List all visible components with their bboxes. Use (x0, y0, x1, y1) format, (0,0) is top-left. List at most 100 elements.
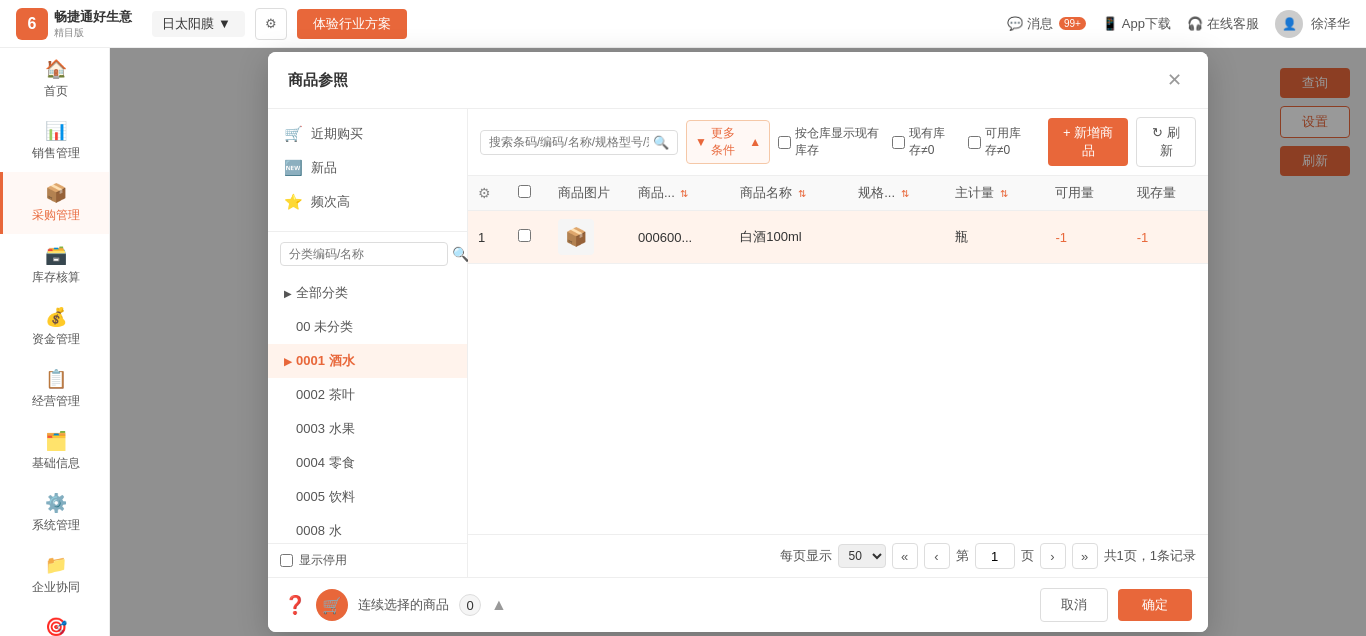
recent-purchase-tab[interactable]: 🛒 近期购买 (268, 117, 467, 151)
sidebar-item-sales[interactable]: 📊 销售管理 (0, 110, 109, 172)
show-disabled-checkbox[interactable] (280, 554, 293, 567)
col-code: 商品... ⇅ (628, 176, 730, 211)
sidebar-item-basics[interactable]: 🗂️ 基础信息 (0, 420, 109, 482)
refresh-button[interactable]: ↻ 刷新 (1136, 117, 1196, 167)
product-table-wrap: ⚙ 商品图片 商品... ⇅ (468, 176, 1208, 534)
top-nav: 6 畅捷通好生意 精目版 日太阳膜 ▼ ⚙ 体验行业方案 💬 消息 99+ 📱 … (0, 0, 1366, 48)
modal-close-button[interactable]: ✕ (1160, 66, 1188, 94)
sidebar-item-finance[interactable]: 💰 资金管理 (0, 296, 109, 358)
category-search: 🔍 (268, 236, 467, 272)
store-selector[interactable]: 日太阳膜 ▼ (152, 11, 245, 37)
product-thumbnail: 📦 (558, 219, 594, 255)
col-image: 商品图片 (548, 176, 628, 211)
user-profile[interactable]: 👤 徐泽华 (1275, 10, 1350, 38)
cell-spec (848, 211, 945, 264)
select-all-checkbox[interactable] (518, 185, 531, 198)
warehouse-checkbox[interactable] (778, 136, 791, 149)
cell-image: 📦 (548, 211, 628, 264)
logo-text: 畅捷通好生意 精目版 (54, 8, 132, 40)
cancel-button[interactable]: 取消 (1040, 588, 1108, 622)
settings-button[interactable]: ⚙ (255, 8, 287, 40)
sort-spec-icon[interactable]: ⇅ (901, 188, 909, 199)
product-table: ⚙ 商品图片 商品... ⇅ (468, 176, 1208, 264)
next-page-button[interactable]: › (1040, 543, 1066, 569)
sort-name-icon[interactable]: ⇅ (798, 188, 806, 199)
category-item-drinks[interactable]: 0005 饮料 (268, 480, 467, 514)
sidebar-item-inventory[interactable]: 🗃️ 库存核算 (0, 234, 109, 296)
first-page-button[interactable]: « (892, 543, 918, 569)
available-ne0-checkbox[interactable] (968, 136, 981, 149)
category-item-uncategorized[interactable]: 00 未分类 (268, 310, 467, 344)
sidebar-item-enterprise[interactable]: 📁 企业协同 (0, 544, 109, 606)
expand-icon: ▶ (284, 288, 292, 299)
sort-unit-icon[interactable]: ⇅ (1000, 188, 1008, 199)
collapse-footer-icon[interactable]: ▲ (491, 596, 507, 614)
logo-area: 6 畅捷通好生意 精目版 (16, 8, 132, 40)
checkbox-warehouse[interactable]: 按仓库显示现有库存 (778, 125, 880, 159)
page-number-input[interactable] (975, 543, 1015, 569)
checkbox-available-ne0[interactable]: 可用库存≠0 (968, 125, 1032, 159)
high-frequency-tab[interactable]: ⭐ 频次高 (268, 185, 467, 219)
home-icon: 🏠 (45, 58, 67, 80)
prev-page-button[interactable]: ‹ (924, 543, 950, 569)
cart-icon[interactable]: 🛒 (316, 589, 348, 621)
category-item-liquor[interactable]: ▶ 0001 酒水 (268, 344, 467, 378)
row-checkbox[interactable] (518, 229, 531, 242)
stock-ne0-checkbox[interactable] (892, 136, 905, 149)
category-search-icon[interactable]: 🔍 (452, 246, 469, 262)
col-stock: 现存量 (1127, 176, 1208, 211)
product-reference-modal: 商品参照 ✕ 🛒 近期购买 🆕 (268, 52, 1208, 632)
liquor-expand-icon: ▶ (284, 356, 292, 367)
column-settings-icon[interactable]: ⚙ (478, 185, 491, 201)
headset-icon: 🎧 (1187, 16, 1203, 31)
category-item-tea[interactable]: 0002 茶叶 (268, 378, 467, 412)
recent-icon: 🛒 (284, 125, 303, 143)
add-product-button[interactable]: + 新增商品 (1048, 118, 1128, 166)
modal-body: 🛒 近期购买 🆕 新品 ⭐ 频次高 (268, 109, 1208, 577)
inventory-icon: 🗃️ (45, 244, 67, 266)
category-item-snacks[interactable]: 0004 零食 (268, 446, 467, 480)
sort-code-icon[interactable]: ⇅ (680, 188, 688, 199)
filter-button[interactable]: ▼ 更多条件 ▲ (686, 120, 770, 164)
footer-left: ❓ 🛒 连续选择的商品 0 ▲ (284, 589, 507, 621)
sidebar-item-system[interactable]: ⚙️ 系统管理 (0, 482, 109, 544)
modal-left-panel: 🛒 近期购买 🆕 新品 ⭐ 频次高 (268, 109, 468, 577)
basics-icon: 🗂️ (45, 430, 67, 452)
modal-right-panel: 🔍 ▼ 更多条件 ▲ 按仓库显示现有库存 (468, 109, 1208, 577)
checkbox-stock-ne0[interactable]: 现有库存≠0 (892, 125, 956, 159)
trial-button[interactable]: 体验行业方案 (297, 9, 407, 39)
sidebar-item-home[interactable]: 🏠 首页 (0, 48, 109, 110)
quick-tabs: 🛒 近期购买 🆕 新品 ⭐ 频次高 (268, 109, 467, 227)
col-available: 可用量 (1045, 176, 1126, 211)
modal-toolbar: 🔍 ▼ 更多条件 ▲ 按仓库显示现有库存 (468, 109, 1208, 176)
category-search-input[interactable] (280, 242, 448, 266)
app-download-button[interactable]: 📱 App下载 (1102, 15, 1171, 33)
last-page-button[interactable]: » (1072, 543, 1098, 569)
sidebar-item-guide[interactable]: 🎯 新手引导 (0, 606, 109, 636)
enterprise-icon: 📁 (45, 554, 67, 576)
finance-icon: 💰 (45, 306, 67, 328)
confirm-button[interactable]: 确定 (1118, 589, 1192, 621)
search-icon: 🔍 (653, 135, 669, 150)
category-item-water[interactable]: 0008 水 (268, 514, 467, 543)
sidebar-item-purchase[interactable]: 📦 采购管理 (0, 172, 109, 234)
online-service-button[interactable]: 🎧 在线客服 (1187, 15, 1259, 33)
new-product-tab[interactable]: 🆕 新品 (268, 151, 467, 185)
show-disabled-area: 显示停用 (268, 543, 467, 577)
product-search-input[interactable] (489, 135, 649, 149)
category-item-all[interactable]: ▶ 全部分类 (268, 276, 467, 310)
cell-seq: 1 (468, 211, 508, 264)
per-page-select[interactable]: 50 (838, 544, 886, 568)
col-name: 商品名称 ⇅ (730, 176, 848, 211)
help-icon[interactable]: ❓ (284, 594, 306, 616)
messages-button[interactable]: 💬 消息 99+ (1007, 15, 1086, 33)
product-search-wrap: 🔍 (480, 130, 678, 155)
category-item-fruit[interactable]: 0003 水果 (268, 412, 467, 446)
main-layout: 🏠 首页 📊 销售管理 📦 采购管理 🗃️ 库存核算 💰 资金管理 📋 经营管理… (0, 48, 1366, 636)
sidebar: 🏠 首页 📊 销售管理 📦 采购管理 🗃️ 库存核算 💰 资金管理 📋 经营管理… (0, 48, 110, 636)
cell-checkbox (508, 211, 548, 264)
pagination-bar: 每页显示 50 « ‹ 第 页 › » 共1页，1条记录 (468, 534, 1208, 577)
sidebar-item-operations[interactable]: 📋 经营管理 (0, 358, 109, 420)
filter-icon: ▼ (695, 135, 707, 149)
modal-title: 商品参照 (288, 71, 348, 90)
